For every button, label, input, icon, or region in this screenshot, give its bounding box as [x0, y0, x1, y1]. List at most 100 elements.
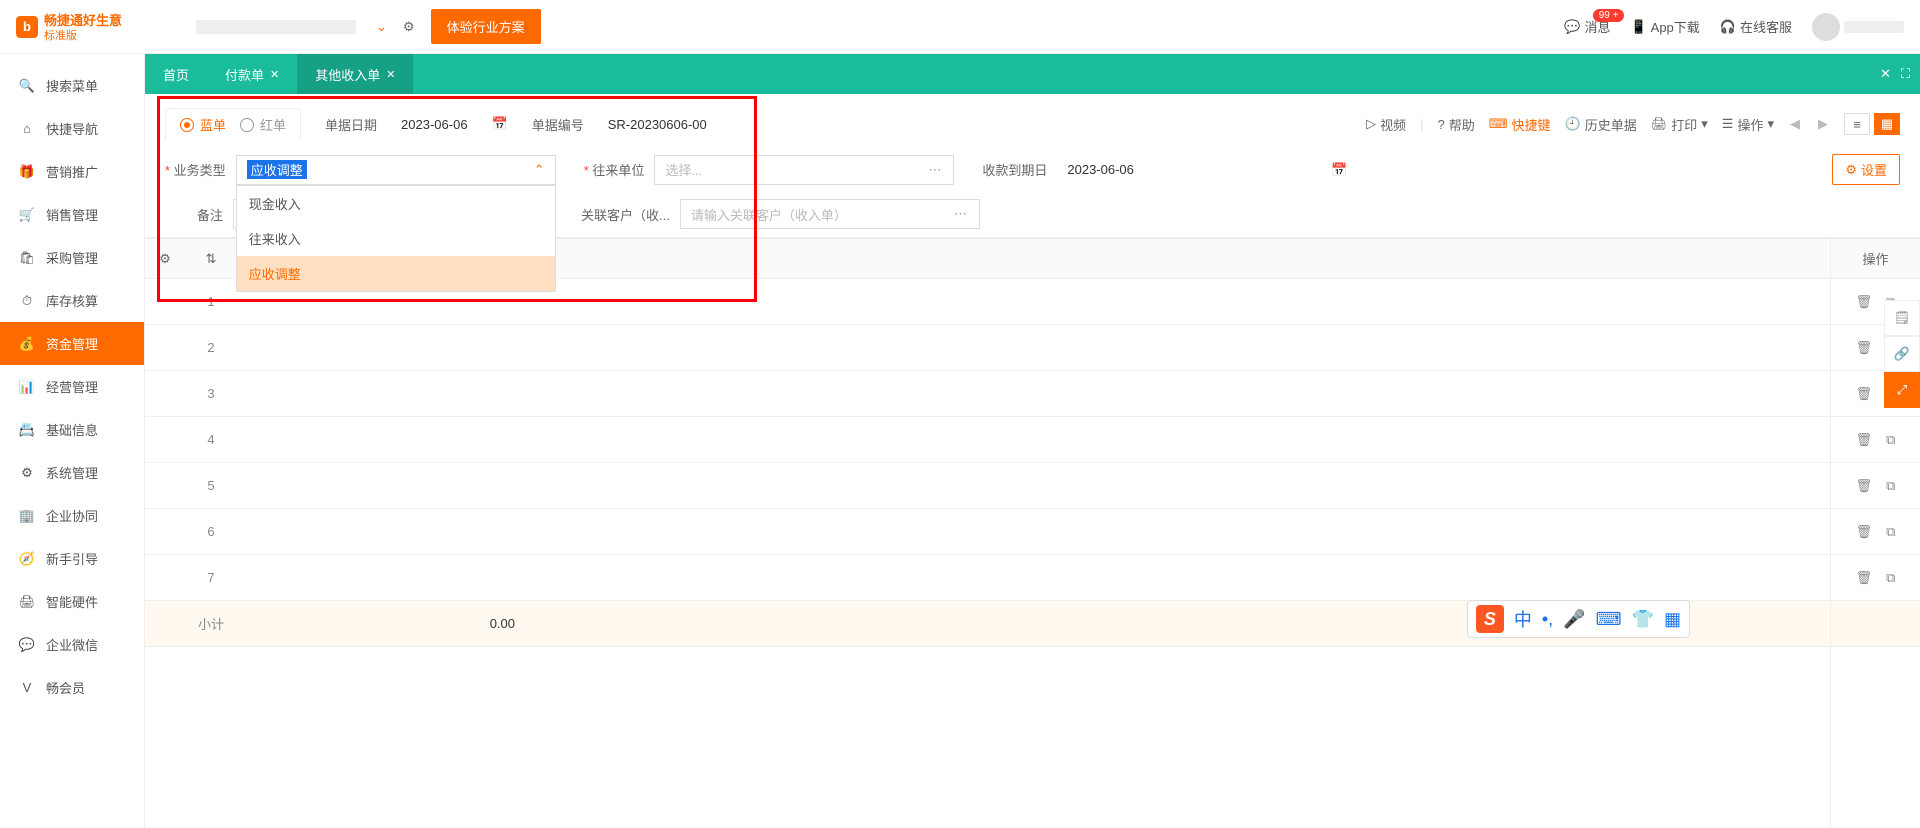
row-operate-cell: 🗑⧉: [1831, 417, 1920, 463]
radio-blue-bill[interactable]: 蓝单: [180, 115, 226, 134]
ime-punct-icon[interactable]: •,: [1542, 609, 1553, 630]
pager-next-icon[interactable]: ▶: [1816, 116, 1830, 132]
copy-icon[interactable]: ⧉: [1886, 570, 1895, 586]
settings-button[interactable]: ⚙ 设置: [1832, 154, 1900, 185]
delete-icon[interactable]: 🗑: [1856, 432, 1873, 448]
sidebar-item-system[interactable]: ⚙系统管理: [0, 451, 144, 494]
dropdown-option-comingoing[interactable]: 往来收入: [237, 221, 555, 256]
table-row[interactable]: 6: [145, 509, 1830, 555]
bill-date-label: 单据日期: [325, 115, 377, 134]
calendar-icon[interactable]: 📅: [492, 116, 508, 132]
delete-icon[interactable]: 🗑: [1856, 294, 1873, 310]
table-row[interactable]: 3: [145, 371, 1830, 417]
sidebar-item-guide[interactable]: 🧭新手引导: [0, 537, 144, 580]
company-selector[interactable]: ⌄: [196, 19, 387, 35]
tab-expand-icon[interactable]: ⛶: [1901, 66, 1910, 82]
app-download-link[interactable]: 📱 App下载: [1630, 17, 1699, 36]
bill-date-value[interactable]: 2023-06-06: [401, 117, 468, 132]
view-list-toggle[interactable]: ≡: [1844, 113, 1870, 135]
tab-home[interactable]: 首页: [145, 54, 207, 94]
side-tool-note-icon[interactable]: 🗒: [1884, 300, 1920, 336]
toolbar-print[interactable]: 🖨打印▾: [1651, 115, 1708, 134]
more-dots-icon[interactable]: ⋯: [928, 162, 943, 178]
close-icon[interactable]: ✕: [386, 68, 395, 81]
copy-icon[interactable]: ⧉: [1886, 478, 1895, 494]
dropdown-option-ar-adjust[interactable]: 应收调整: [237, 256, 555, 291]
sidebar-item-search[interactable]: 🔍搜索菜单: [0, 64, 144, 107]
pager-prev-icon[interactable]: ◀: [1788, 116, 1802, 132]
tab-close-all-icon[interactable]: ✕: [1880, 66, 1891, 82]
more-dots-icon[interactable]: ⋯: [954, 206, 969, 222]
table-row[interactable]: 4: [145, 417, 1830, 463]
view-card-toggle[interactable]: ▦: [1874, 113, 1900, 135]
toolbar-operate[interactable]: ☰操作▾: [1722, 115, 1774, 134]
app-download-label: App下载: [1651, 17, 1700, 36]
ime-lang-indicator[interactable]: 中: [1514, 606, 1532, 632]
related-customer-input[interactable]: 请输入关联客户（收入单） ⋯: [680, 199, 980, 229]
toolbar-shortcut[interactable]: ⌨快捷键: [1489, 115, 1551, 134]
delete-icon[interactable]: 🗑: [1856, 524, 1873, 540]
remark-label: 备注: [197, 205, 223, 224]
sidebar-item-funds[interactable]: 💰资金管理: [0, 322, 144, 365]
sidebar-item-hardware[interactable]: 🖨智能硬件: [0, 580, 144, 623]
toolbar-label: 快捷键: [1512, 115, 1551, 134]
table-row[interactable]: 2: [145, 325, 1830, 371]
sidebar-item-purchase[interactable]: 🛍采购管理: [0, 236, 144, 279]
settings-gear-icon[interactable]: ⚙: [403, 19, 415, 35]
radio-label: 蓝单: [200, 115, 226, 134]
messages-link[interactable]: 💬 消息 99 +: [1564, 17, 1610, 36]
toolbar-help[interactable]: ?帮助: [1438, 115, 1475, 134]
sidebar-item-sales[interactable]: 🛒销售管理: [0, 193, 144, 236]
ime-toolbar[interactable]: S 中 •, 🎤 ⌨ 👕 ▦: [1467, 600, 1690, 638]
table-row[interactable]: 7: [145, 555, 1830, 601]
due-date-input[interactable]: 2023-06-06 📅: [1057, 155, 1357, 185]
vip-icon: V: [18, 680, 36, 695]
tabs-bar: 首页 付款单✕ 其他收入单✕ ✕ ⛶: [145, 54, 1920, 94]
table-row[interactable]: 5: [145, 463, 1830, 509]
sidebar-item-wechat[interactable]: 💬企业微信: [0, 623, 144, 666]
sidebar-item-basicinfo[interactable]: 📇基础信息: [0, 408, 144, 451]
sidebar-item-inventory[interactable]: ⏱库存核算: [0, 279, 144, 322]
table-header-sort[interactable]: ⇅: [185, 251, 237, 267]
sidebar-item-member[interactable]: V畅会员: [0, 666, 144, 709]
side-tool-link-icon[interactable]: 🔗: [1884, 336, 1920, 372]
biztype-select[interactable]: 应收调整 ⌃ 现金收入 往来收入 应收调整: [236, 155, 556, 185]
delete-icon[interactable]: 🗑: [1856, 478, 1873, 494]
sidebar-item-quicknav[interactable]: ⌂快捷导航: [0, 107, 144, 150]
sidebar-item-label: 新手引导: [46, 549, 98, 568]
ime-mic-icon[interactable]: 🎤: [1563, 609, 1585, 630]
team-icon: 🏢: [18, 508, 36, 524]
calendar-icon[interactable]: 📅: [1331, 162, 1347, 178]
subtotal-value: 0.00: [407, 616, 527, 631]
copy-icon[interactable]: ⧉: [1886, 524, 1895, 540]
close-icon[interactable]: ✕: [270, 68, 279, 81]
toolbar-video[interactable]: ▷视频: [1366, 115, 1406, 134]
delete-icon[interactable]: 🗑: [1856, 340, 1873, 356]
ime-keyboard-icon[interactable]: ⌨: [1596, 609, 1622, 630]
delete-icon[interactable]: 🗑: [1856, 570, 1873, 586]
dropdown-option-cash[interactable]: 现金收入: [237, 186, 555, 221]
delete-icon[interactable]: 🗑: [1856, 386, 1873, 402]
copy-icon[interactable]: ⧉: [1886, 432, 1895, 448]
toolbar-history[interactable]: 🕘历史单据: [1565, 115, 1637, 134]
sidebar-item-operation[interactable]: 📊经营管理: [0, 365, 144, 408]
unit-label: 往来单位: [584, 160, 645, 179]
tab-other-income[interactable]: 其他收入单✕: [297, 54, 413, 94]
sidebar-item-marketing[interactable]: 🎁营销推广: [0, 150, 144, 193]
chevron-up-icon: ⌃: [534, 162, 545, 178]
bill-color-radio-group: 蓝单 红单: [165, 108, 301, 140]
chevron-down-icon: ▾: [1767, 116, 1774, 132]
online-service-link[interactable]: 🎧 在线客服: [1720, 17, 1792, 36]
ime-skin-icon[interactable]: 👕: [1632, 609, 1654, 630]
radio-red-bill[interactable]: 红单: [240, 115, 286, 134]
side-tool-expand-icon[interactable]: ⤢: [1884, 372, 1920, 408]
unit-select[interactable]: 选择... ⋯: [654, 155, 954, 185]
help-icon: ?: [1438, 117, 1445, 132]
trial-industry-button[interactable]: 体验行业方案: [431, 9, 541, 44]
sidebar-item-enterprise[interactable]: 🏢企业协同: [0, 494, 144, 537]
ime-menu-icon[interactable]: ▦: [1664, 609, 1681, 630]
user-avatar[interactable]: [1812, 13, 1904, 41]
table-settings-icon[interactable]: ⚙: [145, 251, 185, 267]
tab-payment[interactable]: 付款单✕: [207, 54, 297, 94]
menu-icon: ☰: [1722, 116, 1734, 132]
